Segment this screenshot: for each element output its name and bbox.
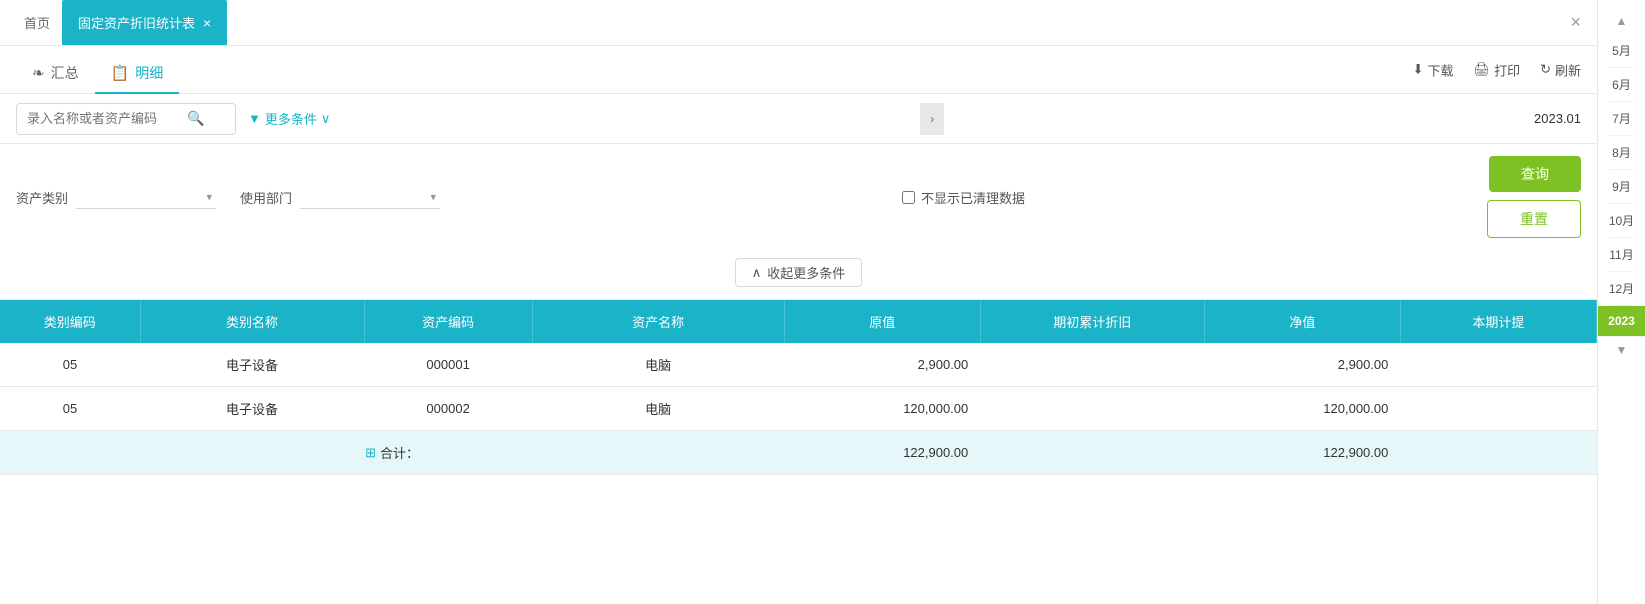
- tab-summary-label: 汇总: [51, 63, 79, 83]
- right-sidebar: ▲ 5月6月7月8月9月10月11月12月 2023 ▼: [1597, 0, 1645, 604]
- collapse-button[interactable]: ∧ 收起更多条件: [735, 258, 863, 287]
- col-header-category-code: 类别编码: [0, 300, 140, 343]
- collapse-icon: ∧: [752, 265, 762, 281]
- active-year-badge[interactable]: 2023: [1598, 306, 1645, 337]
- cell-original-value: 120,000.00: [784, 387, 980, 431]
- chevron-right-button[interactable]: ›: [920, 103, 944, 135]
- asset-type-select[interactable]: [76, 185, 216, 209]
- tab-detail-label: 明细: [135, 63, 163, 83]
- nav-tab[interactable]: 固定资产折旧统计表 ×: [62, 0, 227, 45]
- search-icon: 🔍: [187, 110, 204, 127]
- hide-cleared-filter: 不显示已清理数据: [902, 188, 1025, 207]
- window-close-button[interactable]: ×: [1570, 12, 1581, 33]
- scroll-down-button[interactable]: ▼: [1598, 337, 1645, 363]
- month-button[interactable]: 11月: [1609, 238, 1634, 272]
- cell-asset-code: 000001: [364, 343, 532, 387]
- nav-home[interactable]: 首页: [16, 13, 58, 32]
- use-dept-label: 使用部门: [240, 188, 292, 207]
- refresh-icon: ↻: [1540, 62, 1551, 78]
- cell-asset-name: 电脑: [532, 387, 784, 431]
- date-display: 2023.01: [1534, 111, 1581, 126]
- table-row[interactable]: 05 电子设备 000002 电脑 120,000.00 120,000.00: [0, 387, 1597, 431]
- total-accumulated-depreciation: [980, 431, 1204, 475]
- total-label-text: 合计：: [380, 443, 419, 462]
- tab-summary[interactable]: ❧ 汇总: [16, 54, 95, 94]
- month-button[interactable]: 5月: [1609, 34, 1634, 68]
- total-net-value: 122,900.00: [1204, 431, 1400, 475]
- cell-asset-code: 000002: [364, 387, 532, 431]
- col-header-asset-code: 资产编码: [364, 300, 532, 343]
- cell-net-value: 2,900.00: [1204, 343, 1400, 387]
- hide-cleared-checkbox[interactable]: [902, 191, 915, 204]
- cell-category-name: 电子设备: [140, 343, 364, 387]
- total-original-value: 122,900.00: [784, 431, 980, 475]
- reset-button[interactable]: 重置: [1487, 200, 1581, 238]
- col-header-asset-name: 资产名称: [532, 300, 784, 343]
- tab-detail[interactable]: 📋 明细: [95, 54, 180, 94]
- detail-icon: 📋: [111, 64, 130, 82]
- summary-icon: ❧: [32, 64, 45, 82]
- more-conditions-button[interactable]: ▼ 更多条件 ∨: [248, 109, 330, 128]
- col-header-net-value: 净值: [1204, 300, 1400, 343]
- refresh-button[interactable]: ↻ 刷新: [1540, 60, 1581, 79]
- cell-net-value: 120,000.00: [1204, 387, 1400, 431]
- month-button[interactable]: 8月: [1609, 136, 1634, 170]
- cell-category-name: 电子设备: [140, 387, 364, 431]
- data-table: 类别编码 类别名称 资产编码 资产名称 原值 期初累计折旧 净值 本期计提 05…: [0, 300, 1597, 475]
- nav-tab-close[interactable]: ×: [203, 16, 211, 30]
- scroll-up-button[interactable]: ▲: [1598, 8, 1645, 34]
- use-dept-filter: 使用部门: [240, 185, 440, 209]
- filter-icon: ▼: [248, 111, 261, 126]
- month-button[interactable]: 10月: [1609, 204, 1634, 238]
- total-icon: ⊞: [365, 445, 376, 461]
- month-button[interactable]: 7月: [1609, 102, 1634, 136]
- cell-category-code: 05: [0, 387, 140, 431]
- col-header-category-name: 类别名称: [140, 300, 364, 343]
- col-header-accumulated-depreciation: 期初累计折旧: [980, 300, 1204, 343]
- cell-accumulated-depreciation: [980, 343, 1204, 387]
- table-header-row: 类别编码 类别名称 资产编码 资产名称 原值 期初累计折旧 净值 本期计提: [0, 300, 1597, 343]
- month-button[interactable]: 6月: [1609, 68, 1634, 102]
- cell-original-value: 2,900.00: [784, 343, 980, 387]
- nav-tab-label: 固定资产折旧统计表: [78, 13, 195, 32]
- month-button[interactable]: 12月: [1609, 272, 1634, 306]
- search-input[interactable]: [27, 111, 187, 126]
- cell-accumulated-depreciation: [980, 387, 1204, 431]
- table-container: 类别编码 类别名称 资产编码 资产名称 原值 期初累计折旧 净值 本期计提 05…: [0, 300, 1597, 604]
- cell-asset-name: 电脑: [532, 343, 784, 387]
- print-button[interactable]: 🖨 打印: [1474, 60, 1521, 79]
- total-label-cell: ⊞ 合计：: [0, 431, 784, 475]
- col-header-original-value: 原值: [784, 300, 980, 343]
- cell-category-code: 05: [0, 343, 140, 387]
- search-input-wrap: 🔍: [16, 103, 236, 135]
- hide-cleared-label: 不显示已清理数据: [921, 188, 1025, 207]
- collapse-label: 收起更多条件: [767, 263, 845, 282]
- cell-current-period: [1400, 343, 1596, 387]
- asset-type-label: 资产类别: [16, 188, 68, 207]
- chevron-down-icon: ∨: [321, 111, 331, 127]
- month-button[interactable]: 9月: [1609, 170, 1634, 204]
- use-dept-select[interactable]: [300, 185, 440, 209]
- total-row: ⊞ 合计： 122,900.00 122,900.00: [0, 431, 1597, 475]
- download-icon: ⬇: [1413, 62, 1424, 78]
- download-button[interactable]: ⬇ 下载: [1413, 60, 1454, 79]
- col-header-current-period: 本期计提: [1400, 300, 1596, 343]
- table-row[interactable]: 05 电子设备 000001 电脑 2,900.00 2,900.00: [0, 343, 1597, 387]
- query-button[interactable]: 查询: [1489, 156, 1581, 192]
- asset-type-filter: 资产类别: [16, 185, 216, 209]
- print-icon: 🖨: [1474, 62, 1491, 78]
- total-current-period: [1400, 431, 1596, 475]
- cell-current-period: [1400, 387, 1596, 431]
